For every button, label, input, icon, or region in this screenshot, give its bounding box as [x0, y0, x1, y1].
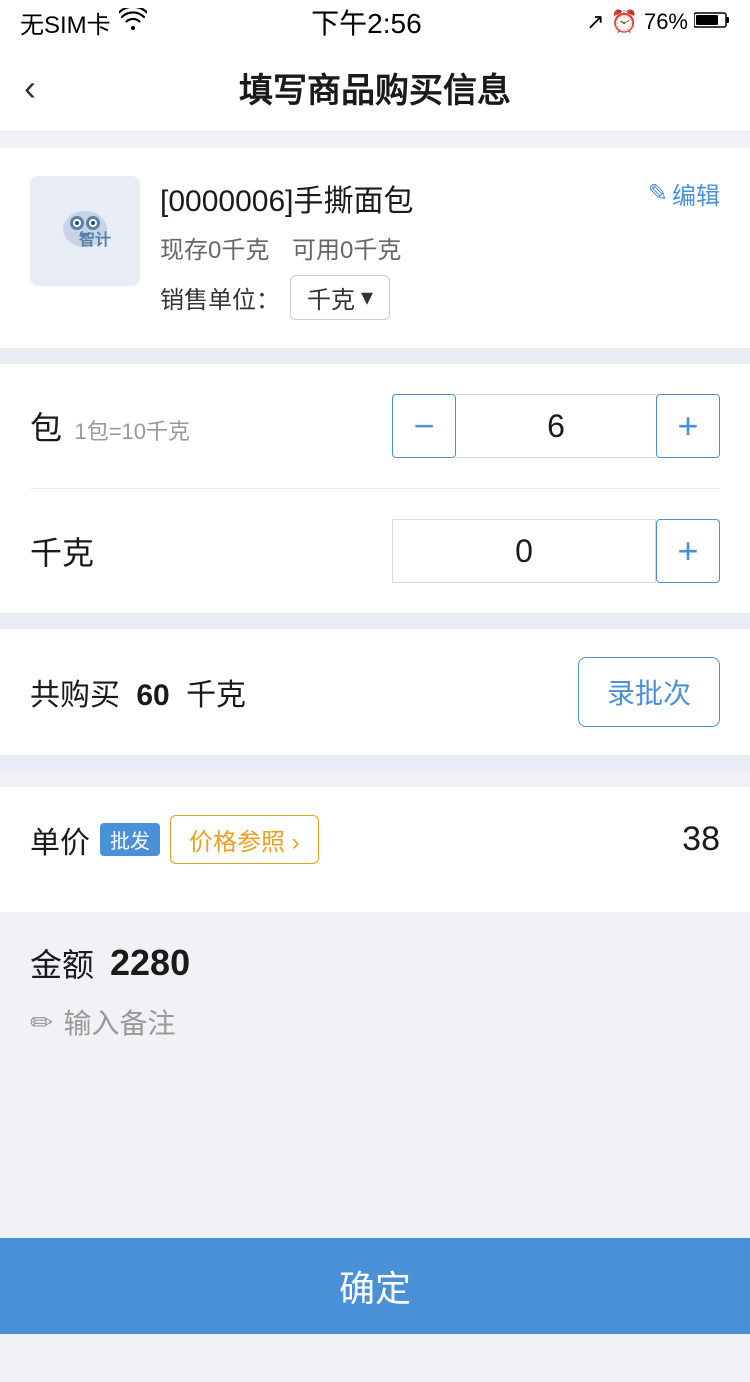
wifi-icon: [119, 8, 147, 37]
edit-button[interactable]: ✎ 编辑: [648, 176, 720, 211]
kg-label-group: 千克: [30, 528, 94, 574]
status-left: 无SIM卡: [20, 5, 147, 40]
record-batch-button[interactable]: 录批次: [578, 657, 720, 727]
pack-quantity-control: − +: [392, 394, 720, 458]
status-time: 下午2:56: [311, 2, 422, 42]
nav-bar: ‹ 填写商品购买信息: [0, 44, 750, 132]
amount-row: 金额 2280: [30, 940, 720, 986]
kg-quantity-input[interactable]: [392, 519, 656, 583]
kg-increment-button[interactable]: +: [656, 519, 720, 583]
price-row: 单价 批发 价格参照 › 38: [30, 815, 720, 864]
pack-decrement-button[interactable]: −: [392, 394, 456, 458]
status-right: ↗ ⏰ 76%: [586, 9, 730, 35]
product-logo-icon: 智计: [55, 199, 115, 263]
pack-input-row: 包 1包=10千克 − +: [30, 364, 720, 489]
location-icon: ↗: [586, 9, 604, 35]
product-info: [0000006]手撕面包 现存0千克 可用0千克 销售单位： 千克 ▾: [160, 176, 720, 320]
input-section: 包 1包=10千克 − + 千克 +: [0, 364, 750, 613]
price-section: 单价 批发 价格参照 › 38: [0, 787, 750, 912]
total-text: 共购买 60 千克: [30, 670, 246, 714]
gray-spacer: [0, 1062, 750, 1382]
pack-quantity-input[interactable]: [456, 394, 656, 458]
remark-row[interactable]: ✏ 输入备注: [30, 1002, 720, 1062]
svg-text:智计: 智计: [79, 230, 111, 249]
pack-label-group: 包 1包=10千克: [30, 403, 190, 449]
page-title: 填写商品购买信息: [239, 63, 511, 112]
pencil-icon: ✏: [30, 1006, 53, 1039]
battery-icon: [694, 9, 730, 35]
amount-section: 金额 2280 ✏ 输入备注: [0, 912, 750, 1062]
confirm-button[interactable]: 确定: [0, 1238, 750, 1334]
pack-increment-button[interactable]: +: [656, 394, 720, 458]
status-bar: 无SIM卡 下午2:56 ↗ ⏰ 76%: [0, 0, 750, 44]
amount-value: 2280: [110, 942, 190, 984]
price-value: 38: [682, 820, 720, 859]
divider-3: [0, 755, 750, 771]
alarm-icon: ⏰: [611, 9, 638, 35]
battery-text: 76%: [644, 9, 688, 35]
edit-icon: ✎: [648, 179, 668, 208]
wholesale-badge: 批发: [100, 823, 160, 856]
kg-label: 千克: [30, 535, 94, 571]
pack-sublabel: 1包=10千克: [74, 419, 190, 444]
total-row: 共购买 60 千克 录批次: [0, 629, 750, 755]
kg-input-row: 千克 +: [30, 489, 720, 613]
unit-selector[interactable]: 千克 ▾: [290, 275, 390, 320]
carrier-text: 无SIM卡: [20, 5, 111, 40]
product-unit-row: 销售单位： 千克 ▾: [160, 275, 720, 320]
product-card: 智计 [0000006]手撕面包 现存0千克 可用0千克 销售单位： 千克 ▾ …: [0, 148, 750, 348]
product-name: [0000006]手撕面包: [160, 176, 720, 220]
price-label-group: 单价 批发 价格参照 ›: [30, 815, 319, 864]
pack-label: 包: [30, 410, 62, 446]
divider-2: [0, 613, 750, 629]
divider-1: [0, 348, 750, 364]
product-stock: 现存0千克 可用0千克: [160, 230, 720, 265]
kg-quantity-control: +: [392, 519, 720, 583]
dropdown-icon: ▾: [361, 283, 373, 312]
back-button[interactable]: ‹: [24, 67, 36, 109]
product-thumbnail: 智计: [30, 176, 140, 286]
price-reference-button[interactable]: 价格参照 ›: [170, 815, 319, 864]
remark-placeholder: 输入备注: [63, 1002, 175, 1042]
